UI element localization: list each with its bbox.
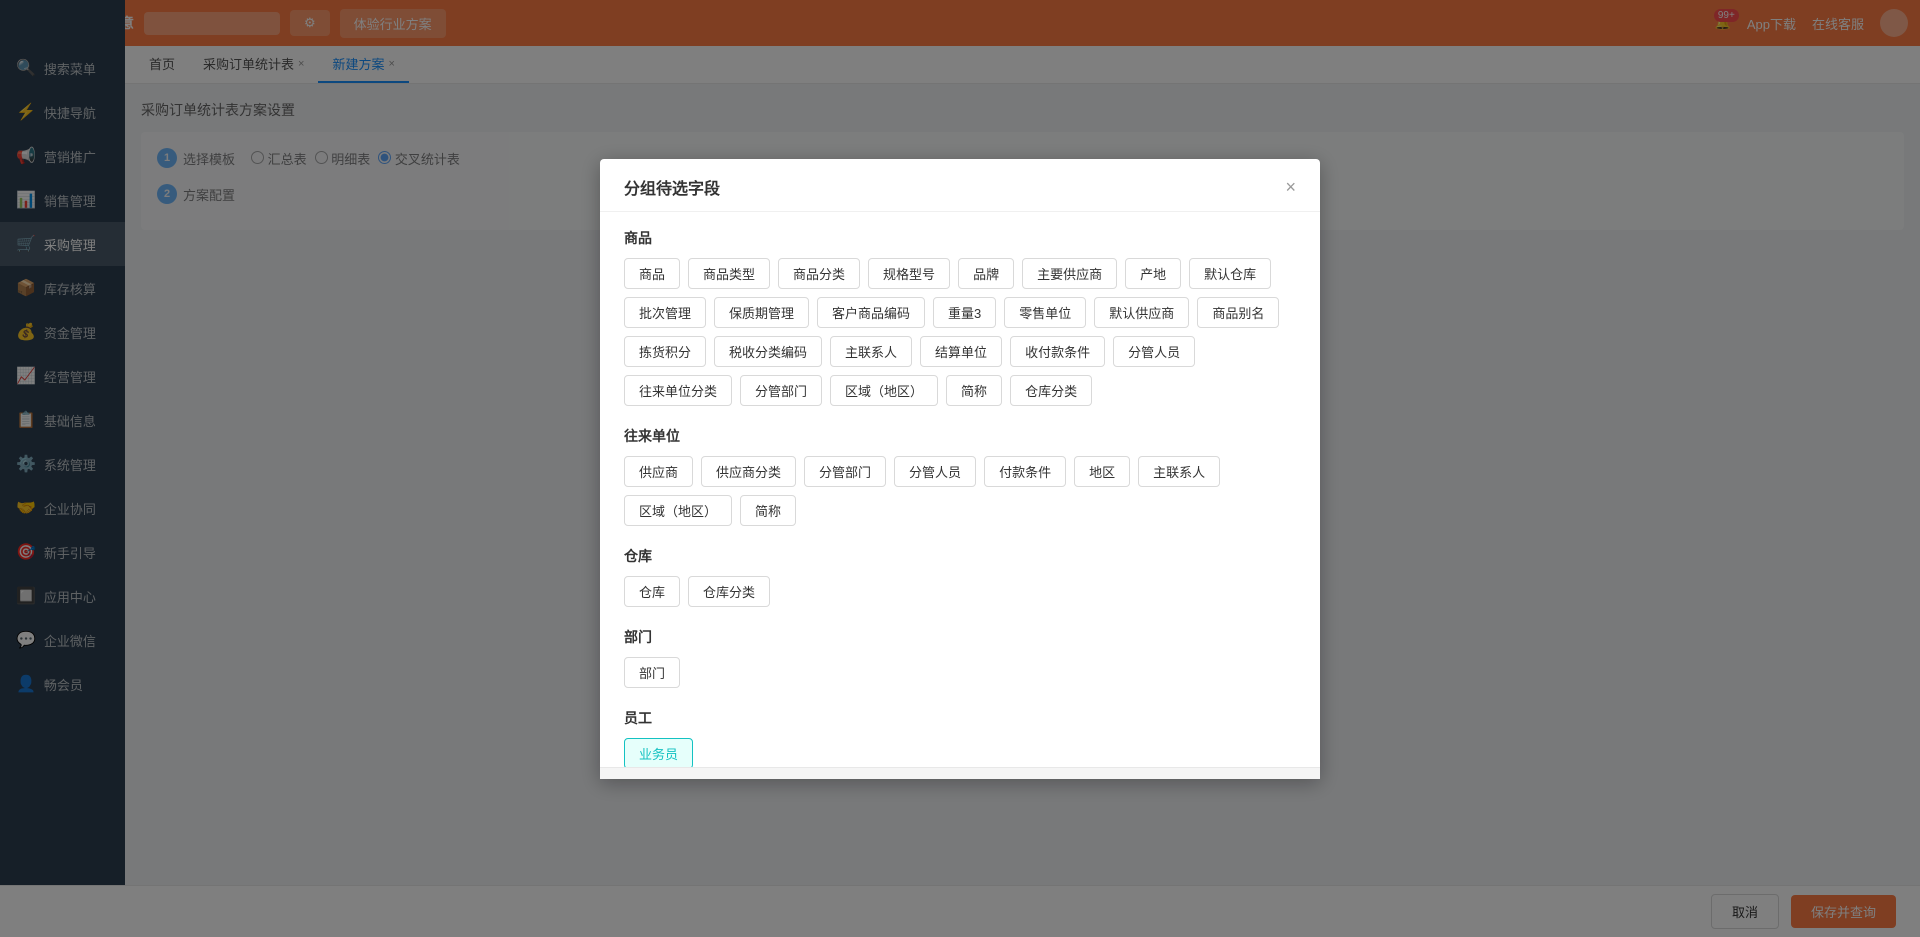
- field-product-category[interactable]: 商品分类: [778, 258, 860, 289]
- field-dept[interactable]: 分管部门: [740, 375, 822, 406]
- field-settlement-unit[interactable]: 结算单位: [920, 336, 1002, 367]
- field-abbr2[interactable]: 简称: [740, 495, 796, 526]
- field-retail-unit[interactable]: 零售单位: [1004, 297, 1086, 328]
- field-main-contact[interactable]: 主联系人: [830, 336, 912, 367]
- field-default-warehouse[interactable]: 默认仓库: [1189, 258, 1271, 289]
- modal: 分组待选字段 × 商品 商品 商品类型 商品分类 规格型号 品牌 主要供应商 产…: [600, 159, 1320, 779]
- section-warehouse-title: 仓库: [624, 546, 1296, 566]
- product-fields: 商品 商品类型 商品分类 规格型号 品牌 主要供应商 产地 默认仓库 批次管理 …: [624, 258, 1296, 406]
- field-region2[interactable]: 区域（地区）: [624, 495, 732, 526]
- field-payment-terms[interactable]: 收付款条件: [1010, 336, 1105, 367]
- field-weight3[interactable]: 重量3: [933, 297, 996, 328]
- staff-fields: 业务员: [624, 738, 1296, 767]
- section-staff-title: 员工: [624, 708, 1296, 728]
- field-salesperson[interactable]: 业务员: [624, 738, 693, 767]
- field-main-supplier[interactable]: 主要供应商: [1022, 258, 1117, 289]
- field-warehouse-cat[interactable]: 仓库分类: [1010, 375, 1092, 406]
- field-product-alias[interactable]: 商品别名: [1197, 297, 1279, 328]
- field-customer-code[interactable]: 客户商品编码: [817, 297, 925, 328]
- field-tax-code[interactable]: 税收分类编码: [714, 336, 822, 367]
- modal-close-btn[interactable]: ×: [1285, 178, 1296, 196]
- warehouse-fields: 仓库 仓库分类: [624, 576, 1296, 607]
- field-batch-mgmt[interactable]: 批次管理: [624, 297, 706, 328]
- section-product-title: 商品: [624, 228, 1296, 248]
- modal-overlay: 分组待选字段 × 商品 商品 商品类型 商品分类 规格型号 品牌 主要供应商 产…: [0, 0, 1920, 937]
- field-default-supplier[interactable]: 默认供应商: [1094, 297, 1189, 328]
- field-warehouse-category[interactable]: 仓库分类: [688, 576, 770, 607]
- partner-fields: 供应商 供应商分类 分管部门 分管人员 付款条件 地区 主联系人 区域（地区） …: [624, 456, 1296, 526]
- field-manage-staff[interactable]: 分管人员: [894, 456, 976, 487]
- section-warehouse: 仓库 仓库 仓库分类: [624, 546, 1296, 607]
- field-supplier[interactable]: 供应商: [624, 456, 693, 487]
- field-main-contact2[interactable]: 主联系人: [1138, 456, 1220, 487]
- section-staff: 员工 业务员: [624, 708, 1296, 767]
- field-pick-score[interactable]: 拣货积分: [624, 336, 706, 367]
- modal-hscrollbar[interactable]: [600, 767, 1320, 779]
- field-warehouse[interactable]: 仓库: [624, 576, 680, 607]
- field-spec-model[interactable]: 规格型号: [868, 258, 950, 289]
- dept-fields: 部门: [624, 657, 1296, 688]
- section-partner-title: 往来单位: [624, 426, 1296, 446]
- field-manage-dept[interactable]: 分管部门: [804, 456, 886, 487]
- hscroll-inner: [600, 773, 1320, 774]
- field-origin[interactable]: 产地: [1125, 258, 1181, 289]
- field-brand[interactable]: 品牌: [958, 258, 1014, 289]
- field-region[interactable]: 区域（地区）: [830, 375, 938, 406]
- modal-body: 商品 商品 商品类型 商品分类 规格型号 品牌 主要供应商 产地 默认仓库 批次…: [600, 212, 1320, 767]
- field-area[interactable]: 地区: [1074, 456, 1130, 487]
- section-partner: 往来单位 供应商 供应商分类 分管部门 分管人员 付款条件 地区 主联系人 区域…: [624, 426, 1296, 526]
- field-product[interactable]: 商品: [624, 258, 680, 289]
- section-dept: 部门 部门: [624, 627, 1296, 688]
- field-pay-terms[interactable]: 付款条件: [984, 456, 1066, 487]
- section-product: 商品 商品 商品类型 商品分类 规格型号 品牌 主要供应商 产地 默认仓库 批次…: [624, 228, 1296, 406]
- modal-header: 分组待选字段 ×: [600, 159, 1320, 212]
- modal-title: 分组待选字段: [624, 175, 720, 199]
- field-partner-category[interactable]: 往来单位分类: [624, 375, 732, 406]
- field-shelf-life[interactable]: 保质期管理: [714, 297, 809, 328]
- field-supplier-cat[interactable]: 供应商分类: [701, 456, 796, 487]
- field-department[interactable]: 部门: [624, 657, 680, 688]
- section-dept-title: 部门: [624, 627, 1296, 647]
- field-abbr[interactable]: 简称: [946, 375, 1002, 406]
- field-product-type[interactable]: 商品类型: [688, 258, 770, 289]
- field-manager[interactable]: 分管人员: [1113, 336, 1195, 367]
